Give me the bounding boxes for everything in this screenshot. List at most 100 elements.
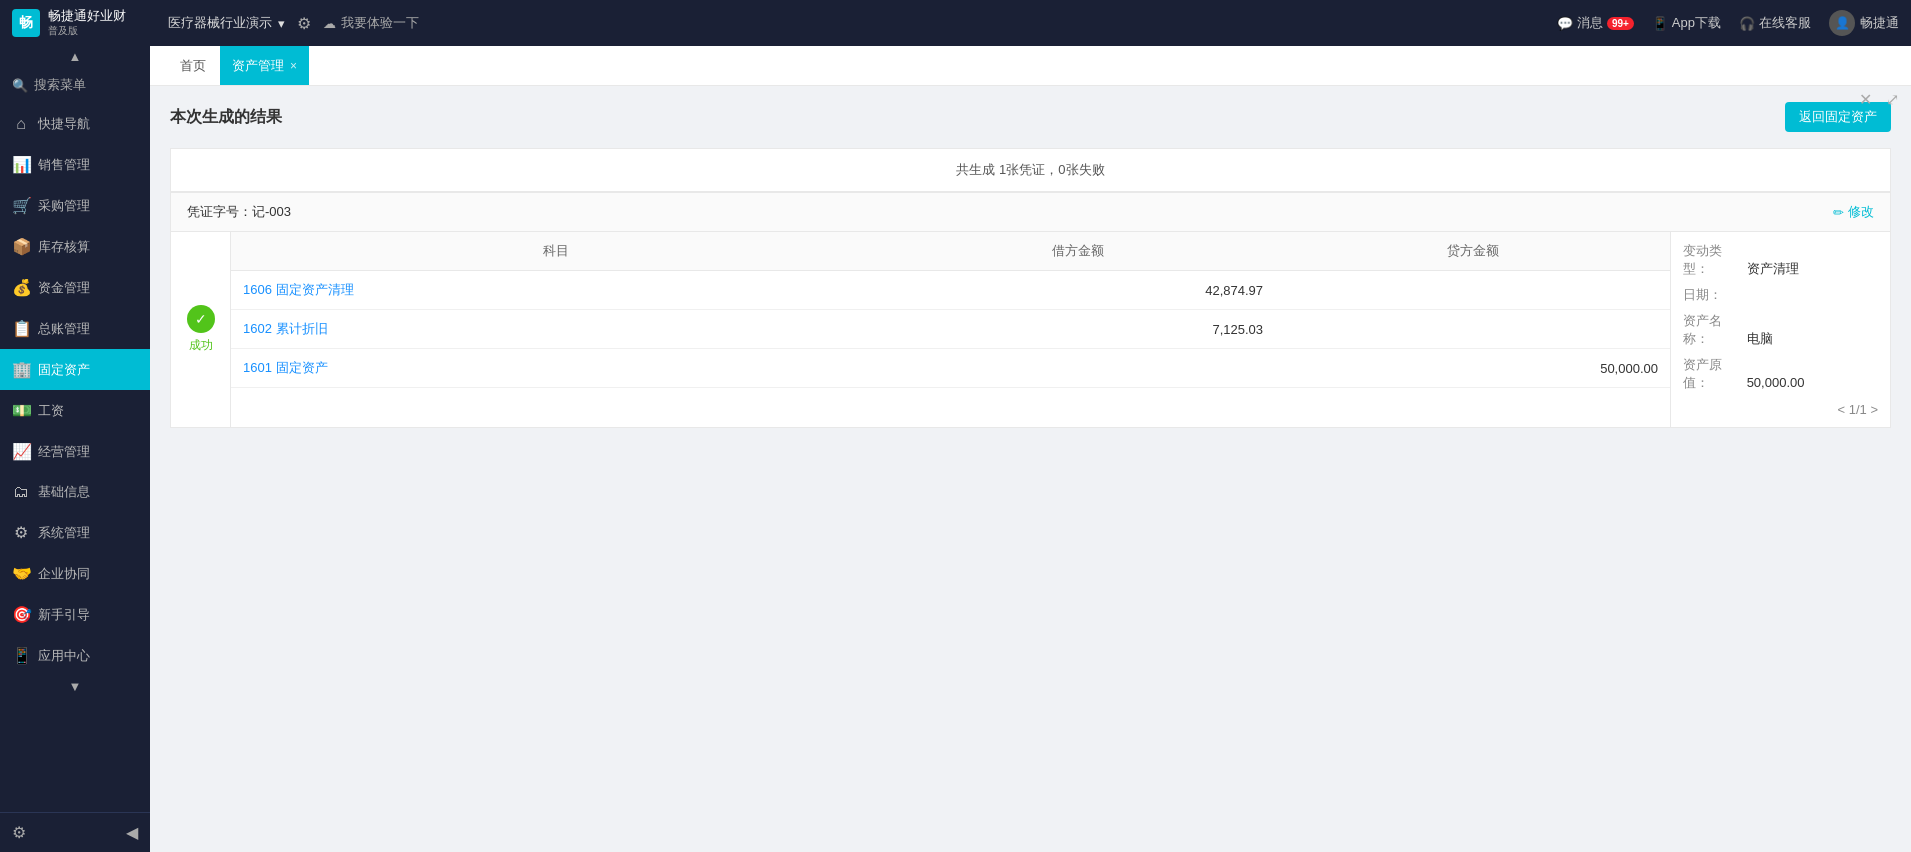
search-icon: 🔍: [12, 78, 28, 93]
side-pagination[interactable]: < 1/1 >: [1683, 402, 1878, 417]
topbar-right: 💬 消息 99+ 📱 App下载 🎧 在线客服 👤 畅捷通: [1557, 10, 1899, 36]
cloud-icon: ☁: [323, 16, 336, 31]
sidebar-item-funds[interactable]: 💰 资金管理: [0, 267, 150, 308]
row2-debit: 7,125.03: [880, 310, 1275, 349]
sidebar-item-enterprise[interactable]: 🤝 企业协同: [0, 553, 150, 594]
page-header: 本次生成的结果 返回固定资产: [170, 102, 1891, 132]
summary-text: 共生成 1张凭证，0张失败: [956, 162, 1104, 177]
row3-credit: 50,000.00: [1275, 349, 1670, 388]
summary-bar: 共生成 1张凭证，0张失败: [170, 148, 1891, 192]
sidebar-search[interactable]: 🔍 搜索菜单: [0, 66, 150, 104]
message-badge: 99+: [1607, 17, 1634, 30]
enterprise-icon: 🤝: [12, 564, 30, 583]
settings-bottom-icon[interactable]: ⚙: [12, 823, 26, 842]
sidebar-scroll-down[interactable]: ▼: [0, 676, 150, 696]
payroll-icon: 💵: [12, 401, 30, 420]
logo-sub: 普及版: [48, 24, 126, 38]
sidebar-item-operations[interactable]: 📈 经营管理: [0, 431, 150, 472]
panel-close-button[interactable]: ✕: [1855, 88, 1876, 111]
date-label: 日期：: [1683, 286, 1743, 304]
online-service-button[interactable]: 🎧 在线客服: [1739, 14, 1811, 32]
home-icon: ⌂: [12, 115, 30, 133]
tab-bar: 首页 资产管理 ×: [150, 46, 1911, 86]
tab-home[interactable]: 首页: [166, 46, 220, 85]
sidebar-item-purchase[interactable]: 🛒 采购管理: [0, 185, 150, 226]
success-indicator: ✓ 成功: [171, 232, 231, 427]
sidebar-scroll-up[interactable]: ▲: [0, 46, 150, 66]
table-row: 1606 固定资产清理 42,874.97: [231, 271, 1670, 310]
avatar-icon: 👤: [1835, 16, 1850, 30]
topbar: 畅 畅捷通好业财 普及版 医疗器械行业演示 ▾ ⚙ ☁ 我要体验一下 💬 消息 …: [0, 0, 1911, 46]
logo: 畅 畅捷通好业财 普及版: [12, 8, 160, 38]
panel-expand-button[interactable]: ⤢: [1882, 88, 1903, 111]
col-credit: 贷方金额: [1275, 232, 1670, 271]
app-download-label: App下载: [1672, 14, 1721, 32]
sidebar-item-label: 经营管理: [38, 443, 90, 461]
company-settings-icon[interactable]: ⚙: [297, 14, 311, 33]
sidebar-item-label: 新手引导: [38, 606, 90, 624]
basics-icon: 🗂: [12, 483, 30, 501]
ops-icon: 📈: [12, 442, 30, 461]
sidebar-item-payroll[interactable]: 💵 工资: [0, 390, 150, 431]
sidebar-item-fixed-assets[interactable]: 🏢 固定资产: [0, 349, 150, 390]
company-selector[interactable]: 医疗器械行业演示 ▾: [160, 14, 293, 32]
user-menu[interactable]: 👤 畅捷通: [1829, 10, 1899, 36]
message-button[interactable]: 💬 消息 99+: [1557, 14, 1634, 32]
col-debit: 借方金额: [880, 232, 1275, 271]
pagination-prev[interactable]: <: [1838, 402, 1846, 417]
sidebar-item-sales[interactable]: 📊 销售管理: [0, 144, 150, 185]
app-download-button[interactable]: 📱 App下载: [1652, 14, 1721, 32]
voucher-number: 凭证字号：记-003: [187, 203, 291, 221]
sidebar-item-label: 资金管理: [38, 279, 90, 297]
edit-button[interactable]: ✏ 修改: [1833, 203, 1874, 221]
user-name: 畅捷通: [1860, 14, 1899, 32]
online-service-label: 在线客服: [1759, 14, 1811, 32]
sidebar-item-guide[interactable]: 🎯 新手引导: [0, 594, 150, 635]
asset-name-row: 资产名称： 电脑: [1683, 312, 1878, 348]
voucher-header: 凭证字号：记-003 ✏ 修改: [171, 193, 1890, 232]
chevron-down-icon: ▾: [278, 16, 285, 31]
asset-name-value: 电脑: [1747, 331, 1773, 346]
sidebar-item-label: 销售管理: [38, 156, 90, 174]
page-content: 本次生成的结果 返回固定资产 共生成 1张凭证，0张失败 凭证字号：记-003 …: [150, 86, 1911, 852]
asset-value-row: 资产原值： 50,000.00: [1683, 356, 1878, 392]
tab-close-button[interactable]: ×: [290, 59, 297, 73]
experience-button[interactable]: ☁ 我要体验一下: [323, 14, 419, 32]
apps-icon: 📱: [12, 646, 30, 665]
row2-credit: [1275, 310, 1670, 349]
change-type-value: 资产清理: [1747, 261, 1799, 276]
row3-debit: [880, 349, 1275, 388]
sidebar-item-label: 采购管理: [38, 197, 90, 215]
pagination-next[interactable]: >: [1870, 402, 1878, 417]
tab-active-label: 资产管理: [232, 57, 284, 75]
sidebar-item-label: 基础信息: [38, 483, 90, 501]
sidebar-bottom: ⚙ ◀: [0, 812, 150, 852]
sidebar-item-label: 快捷导航: [38, 115, 90, 133]
experience-label: 我要体验一下: [341, 14, 419, 32]
sidebar-item-inventory[interactable]: 📦 库存核算: [0, 226, 150, 267]
sidebar-item-ledger[interactable]: 📋 总账管理: [0, 308, 150, 349]
message-label: 消息: [1577, 14, 1603, 32]
content-wrapper: 首页 资产管理 × ✕ ⤢ 本次生成的结果 返回固定资产 共生成 1张凭证，0张…: [150, 46, 1911, 852]
sidebar-item-quick-nav[interactable]: ⌂ 快捷导航: [0, 104, 150, 144]
collapse-icon[interactable]: ◀: [126, 823, 138, 842]
edit-label: 修改: [1848, 203, 1874, 221]
sidebar-item-basics[interactable]: 🗂 基础信息: [0, 472, 150, 512]
row1-subject: 1606 固定资产清理: [231, 271, 880, 310]
voucher-table: 科目 借方金额 贷方金额 1606 固定资产清理 42,874.97: [231, 232, 1670, 427]
panel-controls: ✕ ⤢: [1855, 88, 1903, 111]
sidebar-item-system[interactable]: ⚙ 系统管理: [0, 512, 150, 553]
asset-name-label: 资产名称：: [1683, 312, 1743, 348]
table-row: 1602 累计折旧 7,125.03: [231, 310, 1670, 349]
row1-credit: [1275, 271, 1670, 310]
ledger-icon: 📋: [12, 319, 30, 338]
sidebar-item-label: 固定资产: [38, 361, 90, 379]
change-type-label: 变动类型：: [1683, 242, 1743, 278]
asset-value-label: 资产原值：: [1683, 356, 1743, 392]
tab-asset-management[interactable]: 资产管理 ×: [220, 46, 309, 85]
sidebar-item-apps[interactable]: 📱 应用中心: [0, 635, 150, 676]
headset-icon: 🎧: [1739, 16, 1755, 31]
sidebar-item-label: 工资: [38, 402, 64, 420]
company-name: 医疗器械行业演示: [168, 14, 272, 32]
box-icon: 📦: [12, 237, 30, 256]
